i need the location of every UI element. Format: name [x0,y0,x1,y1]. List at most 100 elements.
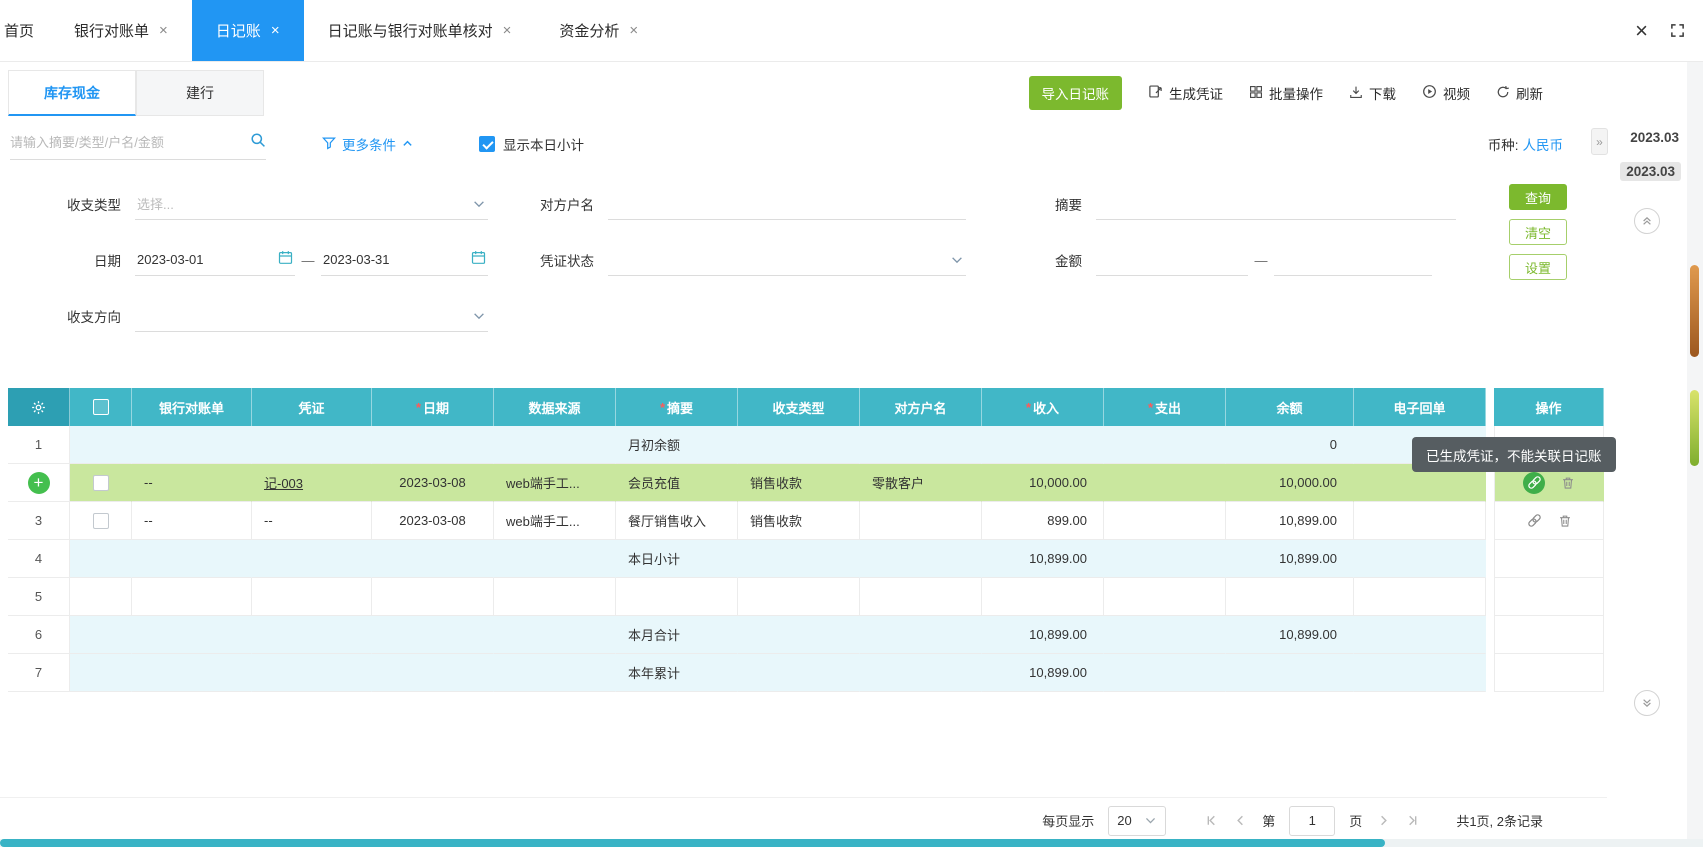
last-page-button[interactable] [1405,813,1420,828]
prev-page-button[interactable] [1233,813,1248,828]
scrollbar-segment-green[interactable] [1690,390,1699,466]
horizontal-scrollbar-thumb[interactable] [0,839,1385,847]
cell-income: 10,899.00 [982,540,1104,578]
date-to-field[interactable] [321,244,488,276]
first-page-button[interactable] [1204,813,1219,828]
settings-button[interactable]: 设置 [1509,254,1567,280]
period-item-selected[interactable]: 2023.03 [1620,162,1681,181]
row-checkbox[interactable] [92,512,109,529]
add-row-button[interactable]: + [27,471,50,494]
close-tab-icon[interactable]: × [503,22,512,39]
cell-receipt [1354,616,1486,654]
calendar-icon[interactable] [471,250,486,270]
close-tab-icon[interactable]: × [159,22,168,39]
tab-journal-bank-check[interactable]: 日记账与银行对账单核对 × [304,0,536,61]
close-tab-icon[interactable]: × [629,22,638,39]
cell-num: 7 [8,654,70,692]
cell-bank_stmt [132,578,252,616]
show-daily-subtotal-checkbox[interactable]: 显示本日小计 [479,134,584,154]
voucher-status-select[interactable] [608,244,966,276]
currency-indicator: 币种: 人民币 [1488,134,1563,154]
cell-bank_stmt [132,654,252,692]
refresh-button[interactable]: 刷新 [1496,83,1543,103]
select-all-checkbox[interactable] [92,399,109,415]
cell-expense [1104,502,1226,540]
account-tabs-row: 库存现金 建行 导入日记账 生成凭证 批量操作 下载 视频 刷新 [0,66,1607,120]
cell-counterparty [860,654,982,692]
cell-summary: 本日小计 [616,540,738,578]
period-item[interactable]: 2023.03 [1630,130,1679,145]
row-checkbox[interactable] [92,474,109,491]
vertical-scrollbar[interactable] [1687,62,1703,846]
date-from-field[interactable] [135,244,295,276]
chevron-down-icon [472,197,486,211]
range-separator: — [1254,252,1268,268]
tab-journal[interactable]: 日记账 × [191,0,304,61]
page-number-input[interactable]: 1 [1289,805,1336,836]
video-button[interactable]: 视频 [1422,83,1470,103]
link-voucher-icon[interactable] [1523,471,1545,494]
search-icon[interactable] [250,132,266,153]
settings-gear-icon[interactable] [31,400,46,415]
cell-income_type [738,578,860,616]
scroll-months-up-button[interactable] [1634,208,1660,234]
cell-summary: 月初余额 [616,426,738,464]
required-asterisk: * [1147,399,1154,415]
generate-voucher-button[interactable]: 生成凭证 [1148,83,1223,103]
column-header-label: 对方户名 [894,400,947,416]
income-type-select[interactable]: 选择... [135,188,488,220]
table-row: 5 [8,578,1606,616]
column-header-label: 日期 [423,400,450,416]
cell-source: web端手工... [494,502,616,540]
currency-label: 币种: [1487,138,1519,153]
subtab-ccb-bank[interactable]: 建行 [136,70,264,116]
download-button[interactable]: 下载 [1349,83,1396,103]
checkbox-checked-icon [479,136,495,152]
more-conditions-toggle[interactable]: 更多条件 [322,134,413,154]
next-page-button[interactable] [1376,813,1391,828]
amount-max-input[interactable] [1276,252,1430,267]
direction-select[interactable] [135,300,488,332]
subtab-cash[interactable]: 库存现金 [8,70,136,116]
link-voucher-icon[interactable] [1527,513,1542,528]
import-journal-button[interactable]: 导入日记账 [1028,76,1122,110]
date-to-input[interactable] [323,252,471,267]
scroll-months-down-button[interactable] [1634,690,1660,716]
maximize-icon[interactable] [1670,23,1685,38]
video-play-icon [1422,84,1437,102]
cell-summary [616,578,738,616]
tab-bank-statement[interactable]: 银行对账单 × [50,0,192,61]
delete-icon[interactable] [1561,476,1575,490]
tab-home[interactable]: 首页 [0,0,50,61]
counterparty-input[interactable] [610,196,964,211]
tab-fund-analysis[interactable]: 资金分析 × [535,0,662,61]
button-label: 生成凭证 [1169,87,1223,102]
calendar-icon[interactable] [278,250,293,270]
cell-ops [1494,654,1604,692]
delete-icon[interactable] [1558,514,1572,528]
summary-input[interactable] [1098,196,1454,211]
required-asterisk: * [415,399,422,415]
horizontal-scrollbar[interactable] [0,839,1703,847]
cell-expense [1104,616,1226,654]
collapse-sidebar-handle[interactable]: » [1591,128,1608,155]
date-from-input[interactable] [137,252,278,267]
clear-button[interactable]: 清空 [1509,219,1567,245]
range-separator: — [301,252,315,268]
close-window-icon[interactable]: × [1635,19,1648,42]
search-input[interactable] [10,135,250,150]
voucher-link[interactable]: 记-003 [264,473,303,492]
column-header-check [70,388,132,426]
date-label: 日期 [94,254,121,269]
query-button[interactable]: 查询 [1509,184,1567,210]
required-asterisk: * [659,399,666,415]
journal-table: 银行对账单 凭证 * 日期 数据来源 * 摘要 收支类型 对方户名 * 收入 * 支出 余额 电子回单 操作 … [8,388,1606,692]
amount-min-input[interactable] [1098,252,1246,267]
button-label: 下载 [1369,87,1396,102]
scrollbar-segment-orange[interactable] [1690,265,1699,357]
close-tab-icon[interactable]: × [271,22,280,39]
cell-num: + [8,464,70,502]
quick-filter-row: 更多条件 显示本日小计 币种:人民币 [0,120,1607,168]
batch-operation-button[interactable]: 批量操作 [1249,83,1323,103]
per-page-select[interactable]: 20 [1108,805,1167,836]
